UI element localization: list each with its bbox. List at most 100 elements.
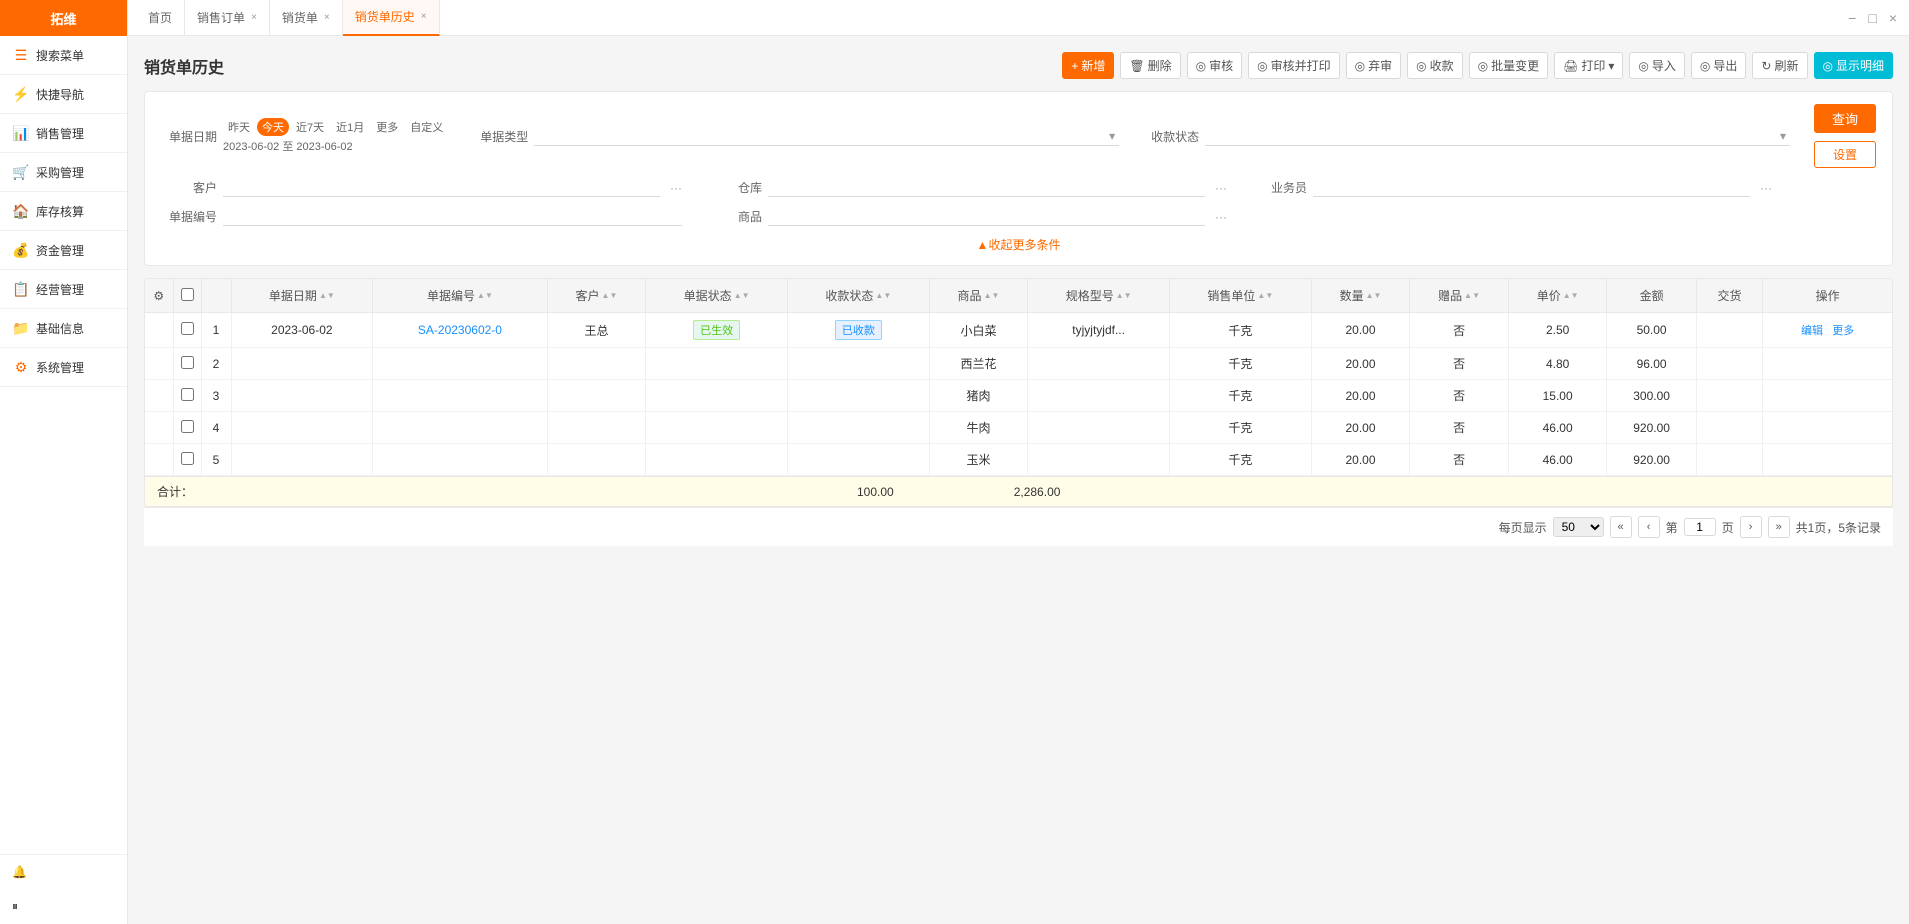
tab-sales-history[interactable]: 销货单历史 × <box>343 0 440 36</box>
row-checkbox[interactable] <box>181 322 194 335</box>
abandon-icon: ◎ <box>1355 59 1365 73</box>
collapse-button[interactable]: ▲ 收起更多条件 <box>161 236 1876 253</box>
collect-status-select[interactable]: ▾ <box>1205 127 1790 146</box>
date-btn-today[interactable]: 今天 <box>257 118 289 136</box>
collect-icon: ◎ <box>1416 59 1426 73</box>
col-gift[interactable]: 赠品 ▲▼ <box>1410 279 1509 313</box>
sidebar-item-basic-info[interactable]: 📁 基础信息 <box>0 309 127 348</box>
tab-sales-order-close[interactable]: × <box>251 12 257 23</box>
col-checkbox[interactable] <box>173 279 201 313</box>
col-spec[interactable]: 规格型号 ▲▼ <box>1028 279 1170 313</box>
page-nav-next[interactable]: › <box>1740 516 1762 538</box>
date-btn-more[interactable]: 更多 <box>371 118 403 136</box>
cell-doc-no[interactable]: SA-20230602-0 <box>373 313 547 348</box>
row-checkbox[interactable] <box>181 388 194 401</box>
audit-print-button[interactable]: ◎ 审核并打印 <box>1248 52 1340 79</box>
sidebar-item-search-menu[interactable]: ☰ 搜索菜单 <box>0 36 127 75</box>
more-action-btn[interactable]: 更多 <box>1829 324 1857 338</box>
date-btn-custom[interactable]: 自定义 <box>405 118 448 136</box>
finance-icon: 💰 <box>12 241 30 259</box>
warehouse-input[interactable] <box>768 178 1205 197</box>
window-maximize-btn[interactable]: □ <box>1864 8 1880 28</box>
cell-action[interactable]: 编辑 更多 <box>1763 313 1892 348</box>
col-customer[interactable]: 客户 ▲▼ <box>547 279 646 313</box>
refresh-button[interactable]: ↻ 刷新 <box>1752 52 1807 79</box>
sidebar-item-finance[interactable]: 💰 资金管理 <box>0 231 127 270</box>
sidebar-item-sys-mgmt[interactable]: ⚙ 系统管理 <box>0 348 127 387</box>
page-nav-last[interactable]: » <box>1768 516 1790 538</box>
warehouse-dots-icon[interactable]: ··· <box>1215 181 1227 195</box>
col-quantity[interactable]: 数量 ▲▼ <box>1311 279 1410 313</box>
staff-input[interactable] <box>1313 178 1750 197</box>
window-minimize-btn[interactable]: − <box>1844 8 1860 28</box>
cell-doc-status <box>646 412 788 444</box>
row-checkbox[interactable] <box>181 420 194 433</box>
col-doc-status[interactable]: 单据状态 ▲▼ <box>646 279 788 313</box>
cell-doc-no[interactable] <box>373 444 547 476</box>
window-close-btn[interactable]: × <box>1885 8 1901 28</box>
tab-home[interactable]: 首页 <box>136 0 185 36</box>
select-all-checkbox[interactable] <box>181 288 194 301</box>
customer-dots-icon[interactable]: ··· <box>670 181 682 195</box>
cell-action[interactable] <box>1763 412 1892 444</box>
sidebar-item-purchase-mgmt[interactable]: 🛒 采购管理 <box>0 153 127 192</box>
col-sales-unit[interactable]: 销售单位 ▲▼ <box>1169 279 1311 313</box>
date-btn-1month[interactable]: 近1月 <box>331 118 369 136</box>
page-size-select[interactable]: 50 10 20 100 <box>1553 517 1604 537</box>
page-nav-first[interactable]: « <box>1610 516 1632 538</box>
query-button[interactable]: 查询 <box>1814 104 1876 133</box>
tab-sales-history-close[interactable]: × <box>421 11 427 22</box>
sidebar-item-operations[interactable]: 📋 经营管理 <box>0 270 127 309</box>
doc-no-link[interactable]: SA-20230602-0 <box>418 323 502 337</box>
sidebar-item-sales-mgmt[interactable]: 📊 销售管理 <box>0 114 127 153</box>
doc-type-select[interactable]: ▾ <box>534 127 1119 146</box>
audit-button[interactable]: ◎ 审核 <box>1187 52 1243 79</box>
sidebar-item-inventory[interactable]: 🏠 库存核算 <box>0 192 127 231</box>
cell-checkbox[interactable] <box>173 313 201 348</box>
sidebar-item-quick-nav[interactable]: ⚡ 快捷导航 <box>0 75 127 114</box>
print-button[interactable]: 🖨 打印 ▾ <box>1554 52 1623 79</box>
col-collect-status[interactable]: 收款状态 ▲▼ <box>787 279 929 313</box>
batch-change-button[interactable]: ◎ 批量变更 <box>1469 52 1549 79</box>
export-button[interactable]: ◎ 导出 <box>1691 52 1747 79</box>
cell-checkbox[interactable] <box>173 412 201 444</box>
cell-action[interactable] <box>1763 444 1892 476</box>
col-goods[interactable]: 商品 ▲▼ <box>929 279 1028 313</box>
goods-dots-icon[interactable]: ··· <box>1215 210 1227 224</box>
cell-doc-no[interactable] <box>373 412 547 444</box>
page-nav-prev[interactable]: ‹ <box>1638 516 1660 538</box>
new-button[interactable]: + 新增 <box>1062 52 1114 79</box>
import-button[interactable]: ◎ 导入 <box>1629 52 1685 79</box>
doc-no-input[interactable] <box>223 207 682 226</box>
cell-checkbox[interactable] <box>173 444 201 476</box>
row-checkbox[interactable] <box>181 452 194 465</box>
goods-input[interactable] <box>768 207 1205 226</box>
page-number-input[interactable] <box>1684 518 1716 536</box>
sidebar-footer-item-2[interactable]: ⏸ <box>0 889 127 924</box>
col-doc-no[interactable]: 单据编号 ▲▼ <box>373 279 547 313</box>
row-checkbox[interactable] <box>181 356 194 369</box>
col-date[interactable]: 单据日期 ▲▼ <box>231 279 373 313</box>
abandon-button[interactable]: ◎ 弃审 <box>1346 52 1402 79</box>
sidebar-footer-item-1[interactable]: 🔔 <box>0 855 127 889</box>
show-detail-button[interactable]: ◎ 显示明细 <box>1814 52 1894 79</box>
cell-checkbox[interactable] <box>173 380 201 412</box>
date-btn-yesterday[interactable]: 昨天 <box>223 118 255 136</box>
tab-sales-delivery[interactable]: 销货单 × <box>270 0 343 36</box>
cell-doc-no[interactable] <box>373 380 547 412</box>
set-button[interactable]: 设置 <box>1814 141 1876 168</box>
date-btn-7days[interactable]: 近7天 <box>291 118 329 136</box>
cell-action[interactable] <box>1763 348 1892 380</box>
delete-button[interactable]: 🗑 删除 <box>1120 52 1180 79</box>
tab-sales-delivery-close[interactable]: × <box>324 12 330 23</box>
collect-button[interactable]: ◎ 收款 <box>1407 52 1463 79</box>
customer-input[interactable] <box>223 178 660 197</box>
cell-checkbox[interactable] <box>173 348 201 380</box>
cell-action[interactable] <box>1763 380 1892 412</box>
tab-sales-order[interactable]: 销售订单 × <box>185 0 270 36</box>
col-unit-price[interactable]: 单价 ▲▼ <box>1508 279 1607 313</box>
cell-doc-no[interactable] <box>373 348 547 380</box>
staff-dots-icon[interactable]: ··· <box>1760 181 1772 195</box>
edit-action-btn[interactable]: 编辑 <box>1798 324 1826 338</box>
col-settings[interactable]: ⚙ <box>145 279 173 313</box>
